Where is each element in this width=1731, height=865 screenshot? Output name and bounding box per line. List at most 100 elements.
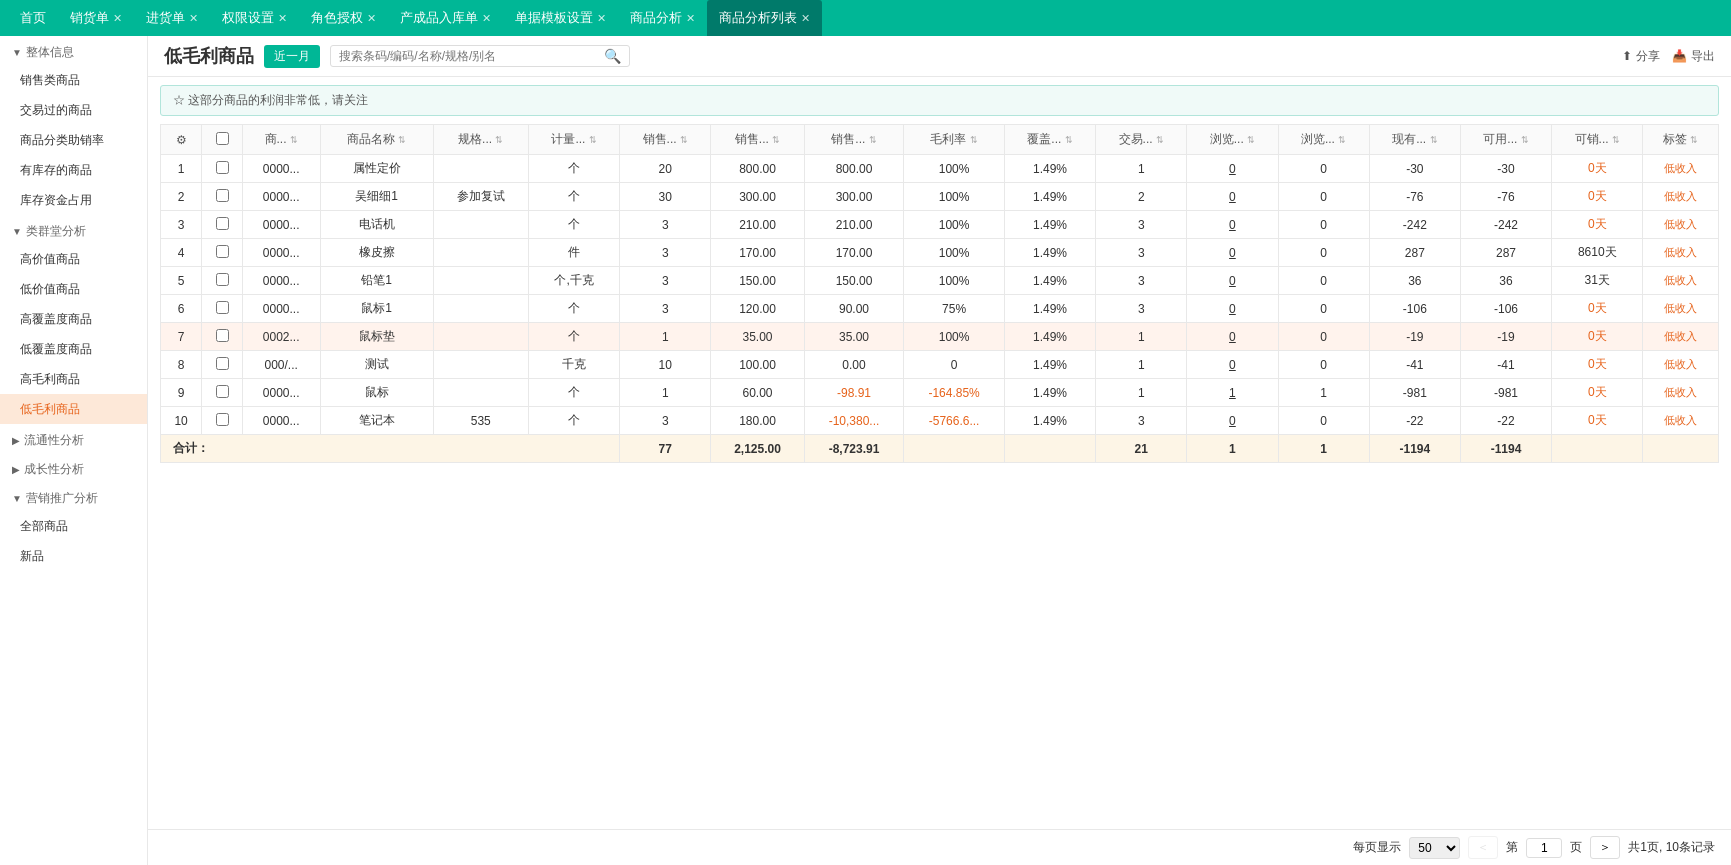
nav-home[interactable]: 首页 bbox=[8, 0, 58, 36]
nav-roles[interactable]: 角色授权✕ bbox=[299, 0, 388, 36]
cell-current: -76 bbox=[1369, 183, 1460, 211]
col-name[interactable]: 商品名称 ⇅ bbox=[320, 125, 433, 155]
export-btn[interactable]: 📥 导出 bbox=[1672, 48, 1715, 65]
sidebar-item-high-margin[interactable]: 高毛利商品 bbox=[0, 364, 147, 394]
col-code[interactable]: 商... ⇅ bbox=[242, 125, 320, 155]
col-current[interactable]: 现有... ⇅ bbox=[1369, 125, 1460, 155]
sidebar-item-in-stock[interactable]: 有库存的商品 bbox=[0, 155, 147, 185]
col-sales-qty[interactable]: 销售... ⇅ bbox=[620, 125, 711, 155]
cell-views1[interactable]: 0 bbox=[1187, 239, 1278, 267]
nav-sales[interactable]: 销货单✕ bbox=[58, 0, 134, 36]
search-input[interactable] bbox=[339, 49, 604, 63]
cell-checkbox[interactable] bbox=[202, 295, 243, 323]
cell-no: 8 bbox=[161, 351, 202, 379]
cell-checkbox[interactable] bbox=[202, 351, 243, 379]
col-unit[interactable]: 计量... ⇅ bbox=[528, 125, 619, 155]
col-spec[interactable]: 规格... ⇅ bbox=[433, 125, 528, 155]
search-icon[interactable]: 🔍 bbox=[604, 48, 621, 64]
cell-checkbox[interactable] bbox=[202, 323, 243, 351]
per-page-select[interactable]: 50 100 200 bbox=[1409, 837, 1460, 859]
sidebar-item-low-coverage[interactable]: 低覆盖度商品 bbox=[0, 334, 147, 364]
cell-views2: 0 bbox=[1278, 155, 1369, 183]
nav-permissions[interactable]: 权限设置✕ bbox=[210, 0, 299, 36]
row-checkbox[interactable] bbox=[216, 413, 229, 426]
col-checkbox[interactable] bbox=[202, 125, 243, 155]
cell-checkbox[interactable] bbox=[202, 239, 243, 267]
sidebar-item-high-value[interactable]: 高价值商品 bbox=[0, 244, 147, 274]
cell-views1[interactable]: 0 bbox=[1187, 211, 1278, 239]
cell-views1[interactable]: 0 bbox=[1187, 295, 1278, 323]
nav-template[interactable]: 单据模板设置✕ bbox=[503, 0, 618, 36]
row-checkbox[interactable] bbox=[216, 329, 229, 342]
cell-views1[interactable]: 0 bbox=[1187, 183, 1278, 211]
row-checkbox[interactable] bbox=[216, 273, 229, 286]
col-sales-profit[interactable]: 销售... ⇅ bbox=[804, 125, 904, 155]
col-views2[interactable]: 浏览... ⇅ bbox=[1278, 125, 1369, 155]
sidebar-item-category-sales-rate[interactable]: 商品分类助销率 bbox=[0, 125, 147, 155]
cell-views1[interactable]: 0 bbox=[1187, 351, 1278, 379]
sidebar-item-sales-products[interactable]: 销售类商品 bbox=[0, 65, 147, 95]
sidebar-item-traded-products[interactable]: 交易过的商品 bbox=[0, 95, 147, 125]
sidebar-group-growth[interactable]: ▶ 成长性分析 bbox=[0, 453, 147, 482]
sidebar-item-inventory-capital[interactable]: 库存资金占用 bbox=[0, 185, 147, 215]
close-icon[interactable]: ✕ bbox=[482, 12, 491, 24]
total-label: 合计： bbox=[161, 435, 620, 463]
cell-trade: 2 bbox=[1096, 183, 1187, 211]
cell-checkbox[interactable] bbox=[202, 267, 243, 295]
prev-page-btn[interactable]: ＜ bbox=[1468, 836, 1498, 859]
cell-checkbox[interactable] bbox=[202, 183, 243, 211]
cell-checkbox[interactable] bbox=[202, 379, 243, 407]
row-checkbox[interactable] bbox=[216, 301, 229, 314]
cell-views1[interactable]: 0 bbox=[1187, 323, 1278, 351]
sidebar-item-new-products[interactable]: 新品 bbox=[0, 541, 147, 571]
nav-purchase[interactable]: 进货单✕ bbox=[134, 0, 210, 36]
col-trade[interactable]: 交易... ⇅ bbox=[1096, 125, 1187, 155]
next-page-btn[interactable]: ＞ bbox=[1590, 836, 1620, 859]
share-btn[interactable]: ⬆ 分享 bbox=[1622, 48, 1660, 65]
cell-views1[interactable]: 1 bbox=[1187, 379, 1278, 407]
close-icon[interactable]: ✕ bbox=[278, 12, 287, 24]
row-checkbox[interactable] bbox=[216, 357, 229, 370]
row-checkbox[interactable] bbox=[216, 217, 229, 230]
cell-checkbox[interactable] bbox=[202, 155, 243, 183]
cell-checkbox[interactable] bbox=[202, 407, 243, 435]
col-available[interactable]: 可用... ⇅ bbox=[1460, 125, 1551, 155]
col-sellable[interactable]: 可销... ⇅ bbox=[1552, 125, 1643, 155]
page-input[interactable] bbox=[1526, 838, 1562, 858]
sidebar-item-low-value[interactable]: 低价值商品 bbox=[0, 274, 147, 304]
cell-available: -30 bbox=[1460, 155, 1551, 183]
sidebar-item-all-products[interactable]: 全部商品 bbox=[0, 511, 147, 541]
col-gross-rate[interactable]: 毛利率 ⇅ bbox=[904, 125, 1005, 155]
filter-recent-month-btn[interactable]: 近一月 bbox=[264, 45, 320, 68]
col-views1[interactable]: 浏览... ⇅ bbox=[1187, 125, 1278, 155]
sidebar-group-cluster[interactable]: ▼ 类群堂分析 bbox=[0, 215, 147, 244]
close-icon[interactable]: ✕ bbox=[367, 12, 376, 24]
nav-analysis-list[interactable]: 商品分析列表✕ bbox=[707, 0, 822, 36]
chevron-down-icon: ▼ bbox=[12, 47, 22, 58]
col-sales-amount[interactable]: 销售... ⇅ bbox=[711, 125, 804, 155]
close-icon[interactable]: ✕ bbox=[113, 12, 122, 24]
sidebar-group-overall[interactable]: ▼ 整体信息 bbox=[0, 36, 147, 65]
close-icon[interactable]: ✕ bbox=[801, 12, 810, 24]
nav-analysis[interactable]: 商品分析✕ bbox=[618, 0, 707, 36]
row-checkbox[interactable] bbox=[216, 245, 229, 258]
cell-views1[interactable]: 0 bbox=[1187, 407, 1278, 435]
col-tag[interactable]: 标签 ⇅ bbox=[1643, 125, 1719, 155]
row-checkbox[interactable] bbox=[216, 161, 229, 174]
sidebar-item-high-coverage[interactable]: 高覆盖度商品 bbox=[0, 304, 147, 334]
col-settings[interactable]: ⚙ bbox=[161, 125, 202, 155]
row-checkbox[interactable] bbox=[216, 385, 229, 398]
close-icon[interactable]: ✕ bbox=[686, 12, 695, 24]
cell-checkbox[interactable] bbox=[202, 211, 243, 239]
cell-views1[interactable]: 0 bbox=[1187, 155, 1278, 183]
sidebar-group-marketing[interactable]: ▼ 营销推广分析 bbox=[0, 482, 147, 511]
select-all-checkbox[interactable] bbox=[216, 132, 229, 145]
nav-stock-in[interactable]: 产成品入库单✕ bbox=[388, 0, 503, 36]
close-icon[interactable]: ✕ bbox=[597, 12, 606, 24]
col-coverage[interactable]: 覆盖... ⇅ bbox=[1004, 125, 1095, 155]
close-icon[interactable]: ✕ bbox=[189, 12, 198, 24]
cell-views1[interactable]: 0 bbox=[1187, 267, 1278, 295]
row-checkbox[interactable] bbox=[216, 189, 229, 202]
sidebar-item-low-margin[interactable]: 低毛利商品 bbox=[0, 394, 147, 424]
sidebar-group-circulation[interactable]: ▶ 流通性分析 bbox=[0, 424, 147, 453]
